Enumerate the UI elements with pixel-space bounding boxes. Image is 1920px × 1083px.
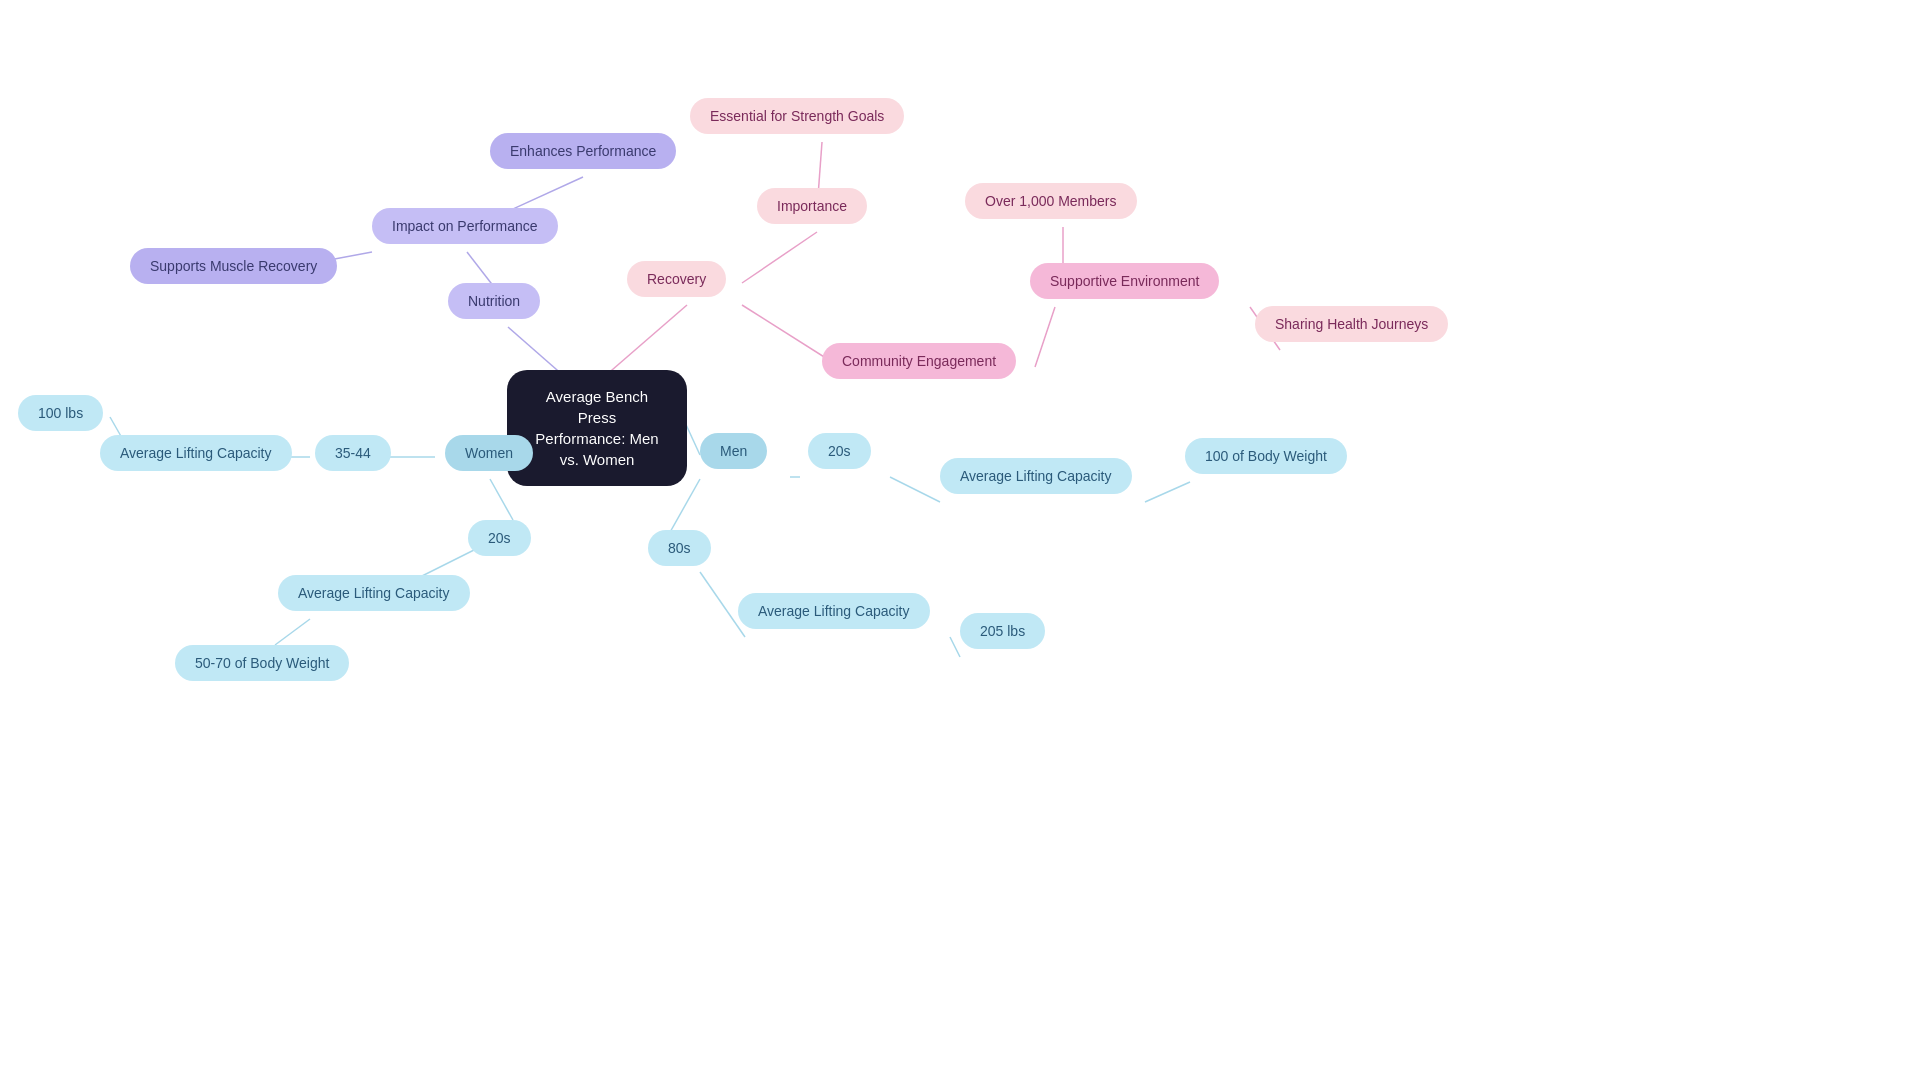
sharing-health-journeys-node: Sharing Health Journeys bbox=[1255, 306, 1448, 342]
community-engagement-node: Community Engagement bbox=[822, 343, 1016, 379]
women-20s-node: 20s bbox=[468, 520, 531, 556]
women-3544-node: 35-44 bbox=[315, 435, 391, 471]
men-node: Men bbox=[700, 433, 767, 469]
essential-for-strength-node: Essential for Strength Goals bbox=[690, 98, 904, 134]
women-avg-lifting-2-node: Average Lifting Capacity bbox=[278, 575, 470, 611]
svg-line-24 bbox=[950, 637, 960, 657]
svg-line-17 bbox=[275, 619, 310, 645]
men-205lbs-node: 205 lbs bbox=[960, 613, 1045, 649]
svg-line-15 bbox=[490, 479, 513, 520]
over-1000-members-node: Over 1,000 Members bbox=[965, 183, 1137, 219]
men-80s-node: 80s bbox=[648, 530, 711, 566]
enhances-performance-node: Enhances Performance bbox=[490, 133, 676, 169]
svg-line-5 bbox=[742, 232, 817, 283]
women-avg-lifting-1-node: Average Lifting Capacity bbox=[100, 435, 292, 471]
svg-line-20 bbox=[890, 477, 940, 502]
center-node: Average Bench Press Performance: Men vs.… bbox=[507, 370, 687, 486]
women-node: Women bbox=[445, 435, 533, 471]
recovery-node: Recovery bbox=[627, 261, 726, 297]
svg-line-21 bbox=[1145, 482, 1190, 502]
nutrition-node: Nutrition bbox=[448, 283, 540, 319]
impact-on-performance-node: Impact on Performance bbox=[372, 208, 558, 244]
women-100lbs-node: 100 lbs bbox=[18, 395, 103, 431]
supports-muscle-recovery-node: Supports Muscle Recovery bbox=[130, 248, 337, 284]
men-100bw-node: 100 of Body Weight bbox=[1185, 438, 1347, 474]
men-avg-lifting-1-node: Average Lifting Capacity bbox=[940, 458, 1132, 494]
importance-node: Importance bbox=[757, 188, 867, 224]
svg-line-8 bbox=[1035, 307, 1055, 367]
supportive-environment-node: Supportive Environment bbox=[1030, 263, 1219, 299]
women-5070-node: 50-70 of Body Weight bbox=[175, 645, 349, 681]
men-avg-lifting-2-node: Average Lifting Capacity bbox=[738, 593, 930, 629]
men-20s-node: 20s bbox=[808, 433, 871, 469]
